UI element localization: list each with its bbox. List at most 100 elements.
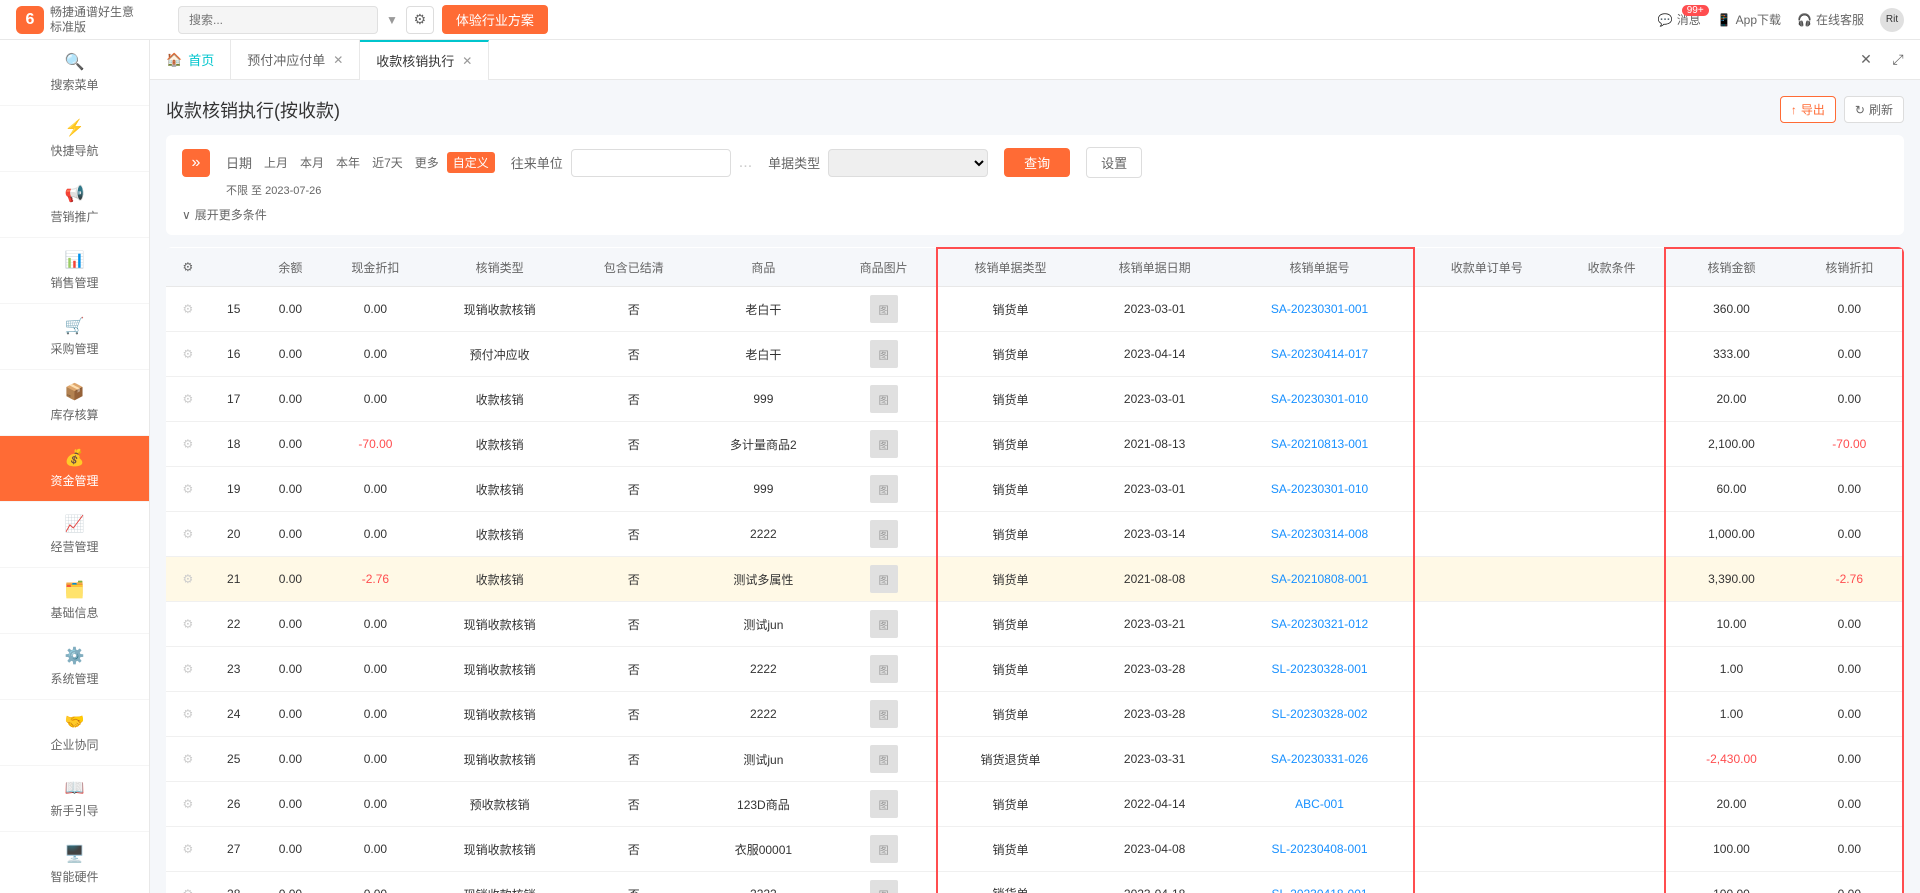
cell-verify-doc-no: SA-20230301-001 <box>1227 287 1414 332</box>
cell-include-settled: 否 <box>572 737 696 782</box>
cell-goods-img: 图 <box>831 467 937 512</box>
tab-prepay-close-icon[interactable]: ✕ <box>333 53 343 67</box>
tab-home[interactable]: 🏠 首页 <box>150 40 231 80</box>
cell-receipt-condition <box>1559 377 1665 422</box>
online-service-button[interactable]: 🎧 在线客服 <box>1797 11 1864 28</box>
doctype-filter-group: 单据类型 <box>768 149 988 177</box>
doc-no-link[interactable]: SL-20230418-001 <box>1271 887 1367 893</box>
cell-verify-amount: 1.00 <box>1665 647 1796 692</box>
sidebar-item-guide[interactable]: 📖 新手引导 <box>0 766 149 832</box>
sidebar-item-finance[interactable]: 💰 资金管理 <box>0 436 149 502</box>
user-avatar[interactable]: Rit <box>1880 8 1904 32</box>
cell-receipt-condition <box>1559 512 1665 557</box>
doc-type-select[interactable] <box>828 149 988 177</box>
cell-cash-discount: 0.00 <box>323 602 428 647</box>
industry-solution-button[interactable]: 体验行业方案 <box>442 5 548 34</box>
sidebar-item-marketing[interactable]: 📢 营销推广 <box>0 172 149 238</box>
cell-verify-amount: -2,430.00 <box>1665 737 1796 782</box>
doc-no-link[interactable]: SA-20230301-010 <box>1271 482 1368 496</box>
cell-seq: 24 <box>210 692 258 737</box>
query-button[interactable]: 查询 <box>1004 148 1070 177</box>
tab-verify[interactable]: 收款核销执行 ✕ <box>360 40 489 80</box>
sidebar-item-hardware[interactable]: 🖥️ 智能硬件 <box>0 832 149 893</box>
sidebar-label-basicinfo: 基础信息 <box>50 604 98 621</box>
row-gear-icon: ⚙ <box>182 707 193 721</box>
doc-no-link[interactable]: SA-20230414-017 <box>1271 347 1368 361</box>
date-this-month-button[interactable]: 本月 <box>296 152 328 173</box>
sidebar-item-quicknav[interactable]: ⚡ 快捷导航 <box>0 106 149 172</box>
table-settings-icon[interactable]: ⚙ <box>182 260 193 274</box>
message-button[interactable]: 💬 消息 99+ <box>1658 11 1701 28</box>
doc-no-link[interactable]: SL-20230328-001 <box>1271 662 1367 676</box>
filter-expand-button[interactable]: » <box>182 149 210 177</box>
cell-goods-img: 图 <box>831 647 937 692</box>
doc-no-link[interactable]: SA-20230321-012 <box>1271 617 1368 631</box>
table-row: ⚙ 19 0.00 0.00 收款核销 否 999 图 销货单 2023-03-… <box>166 467 1903 512</box>
cell-receipt-order-no <box>1414 467 1559 512</box>
doc-no-link[interactable]: SA-20210813-001 <box>1271 437 1368 451</box>
cell-verify-doc-no: SA-20230331-026 <box>1227 737 1414 782</box>
doc-no-link[interactable]: SL-20230328-002 <box>1271 707 1367 721</box>
cell-verify-type: 现销收款核销 <box>428 647 572 692</box>
tab-prepay[interactable]: 预付冲应付单 ✕ <box>231 40 360 80</box>
tab-verify-close-icon[interactable]: ✕ <box>462 54 472 68</box>
sidebar-item-search[interactable]: 🔍 搜索菜单 <box>0 40 149 106</box>
cell-verify-doc-no: SA-20230301-010 <box>1227 377 1414 422</box>
cell-verify-doc-type: 销货单 <box>937 512 1082 557</box>
tab-close-window-button[interactable]: ✕ <box>1852 46 1880 74</box>
date-this-year-button[interactable]: 本年 <box>332 152 364 173</box>
logo-area: 6 畅捷通谱好生意 标准版 <box>16 5 166 34</box>
cell-verify-amount: 333.00 <box>1665 332 1796 377</box>
cell-receipt-condition <box>1559 647 1665 692</box>
th-verify-doc-no: 核销单据号 <box>1227 248 1414 287</box>
cell-goods-img: 图 <box>831 782 937 827</box>
sidebar-label-purchase: 采购管理 <box>50 340 98 357</box>
cell-balance: 0.00 <box>258 377 323 422</box>
sidebar-item-management[interactable]: 📈 经营管理 <box>0 502 149 568</box>
cell-verify-type: 现销收款核销 <box>428 827 572 872</box>
sidebar-item-basicinfo[interactable]: 🗂️ 基础信息 <box>0 568 149 634</box>
cell-include-settled: 否 <box>572 287 696 332</box>
cell-cash-discount: 0.00 <box>323 512 428 557</box>
app-icon: 📱 <box>1717 13 1732 27</box>
expand-more-button[interactable]: ∨ 展开更多条件 <box>182 206 1888 223</box>
export-button[interactable]: ↑ 导出 <box>1780 96 1836 123</box>
cell-receipt-condition <box>1559 557 1665 602</box>
doc-no-link[interactable]: SA-20230314-008 <box>1271 527 1368 541</box>
cell-verify-discount: 0.00 <box>1797 872 1903 893</box>
doc-no-link[interactable]: SL-20230408-001 <box>1271 842 1367 856</box>
app-download-button[interactable]: 📱 App下载 <box>1717 11 1781 28</box>
date-custom-button[interactable]: 自定义 <box>447 152 495 173</box>
doc-no-link[interactable]: ABC-001 <box>1295 797 1344 811</box>
sidebar-item-collab[interactable]: 🤝 企业协同 <box>0 700 149 766</box>
sidebar-item-sales[interactable]: 📊 销售管理 <box>0 238 149 304</box>
system-icon: ⚙️ <box>65 646 85 666</box>
th-include-settled: 包含已结清 <box>572 248 696 287</box>
doc-no-link[interactable]: SA-20210808-001 <box>1271 572 1368 586</box>
top-search-input[interactable] <box>178 6 378 34</box>
cell-verify-doc-date: 2023-03-01 <box>1083 287 1227 332</box>
settings-gear-button[interactable]: ⚙ <box>406 6 434 34</box>
row-gear-icon: ⚙ <box>182 842 193 856</box>
sidebar-label-marketing: 营销推广 <box>50 208 98 225</box>
doc-no-link[interactable]: SA-20230301-010 <box>1271 392 1368 406</box>
cell-verify-type: 现销收款核销 <box>428 872 572 893</box>
date-last7-button[interactable]: 近7天 <box>368 152 407 173</box>
table-row: ⚙ 18 0.00 -70.00 收款核销 否 多计量商品2 图 销货单 202… <box>166 422 1903 467</box>
tab-maximize-button[interactable]: ⤢ <box>1884 46 1912 74</box>
from-unit-input[interactable] <box>571 149 731 177</box>
th-verify-type: 核销类型 <box>428 248 572 287</box>
filter-bar: » 日期 上月 本月 本年 近7天 更多 自定义 往来单位 <box>166 135 1904 235</box>
sidebar-item-inventory[interactable]: 📦 库存核算 <box>0 370 149 436</box>
doc-no-link[interactable]: SA-20230301-001 <box>1271 302 1368 316</box>
cell-verify-discount: -2.76 <box>1797 557 1903 602</box>
sidebar-label-sales: 销售管理 <box>50 274 98 291</box>
sidebar-item-purchase[interactable]: 🛒 采购管理 <box>0 304 149 370</box>
sidebar-item-system[interactable]: ⚙️ 系统管理 <box>0 634 149 700</box>
table-settings-button[interactable]: 设置 <box>1086 147 1142 178</box>
doc-no-link[interactable]: SA-20230331-026 <box>1271 752 1368 766</box>
date-more-button[interactable]: 更多 <box>411 152 443 173</box>
refresh-button[interactable]: ↻ 刷新 <box>1844 96 1904 123</box>
date-last-month-button[interactable]: 上月 <box>260 152 292 173</box>
cell-include-settled: 否 <box>572 692 696 737</box>
